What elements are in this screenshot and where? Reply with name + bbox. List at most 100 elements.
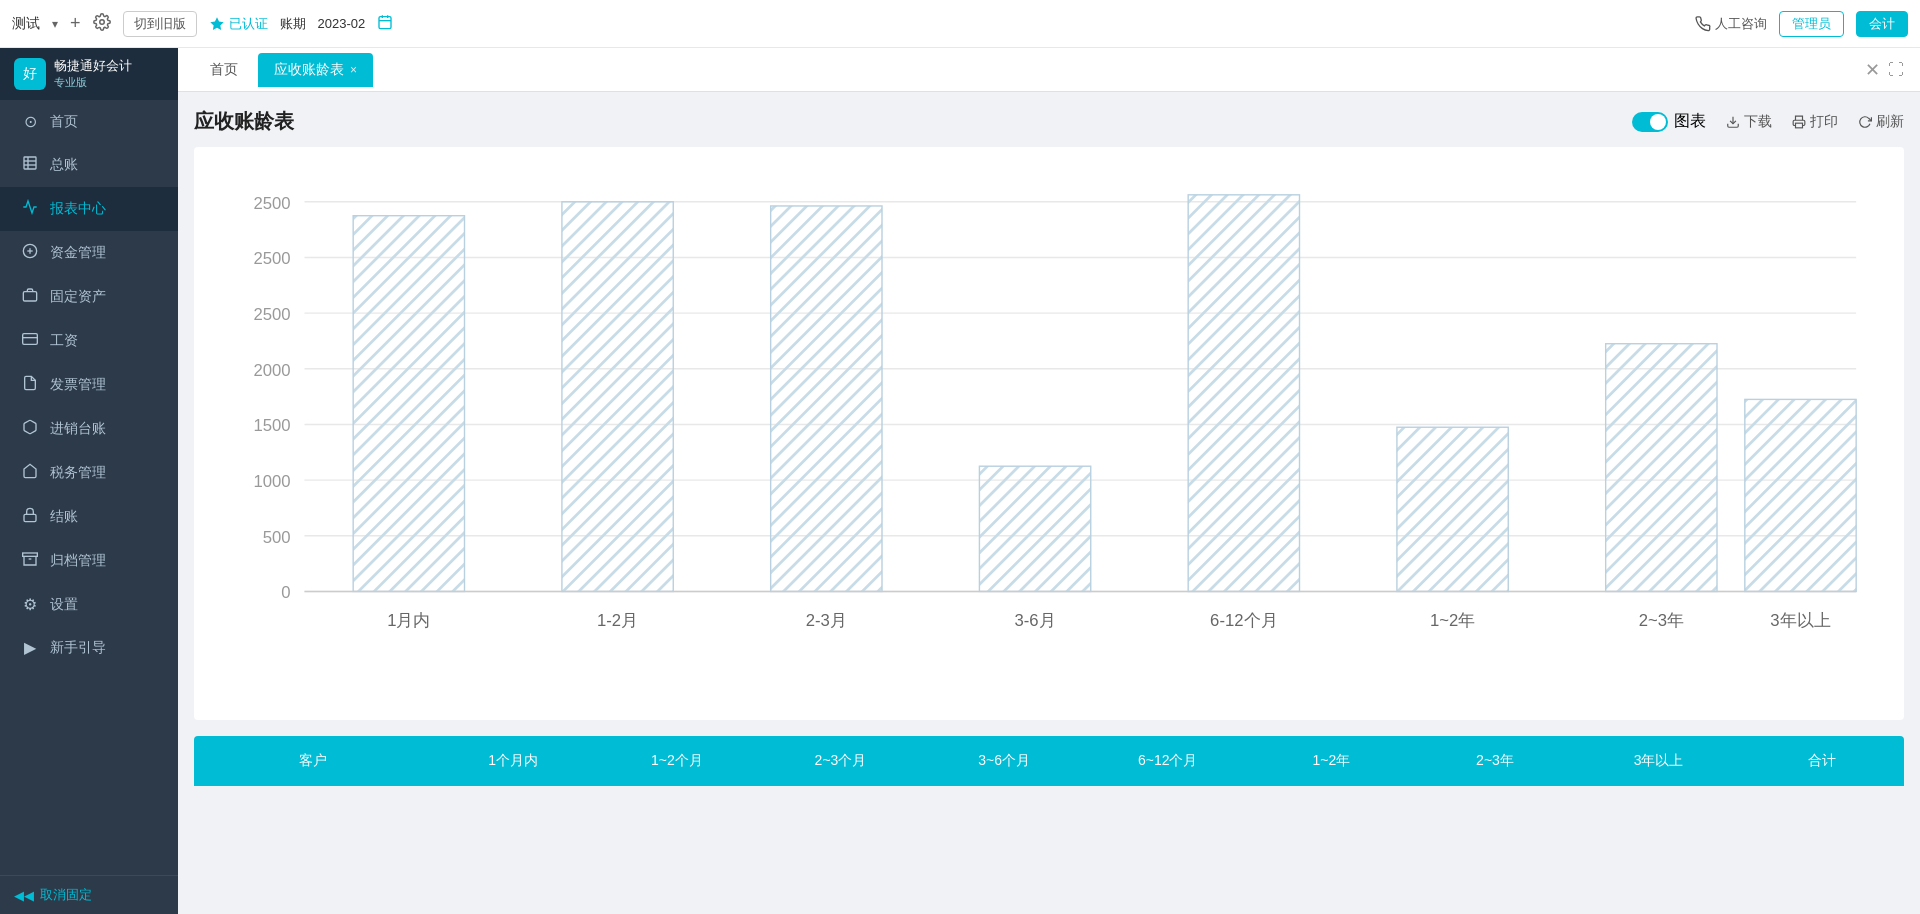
sidebar-item-newbie[interactable]: ▶ 新手引导 xyxy=(0,626,178,669)
sidebar-nav: ⊙ 首页 总账 报表中心 资金管理 xyxy=(0,100,178,845)
sidebar-item-label: 首页 xyxy=(50,113,78,131)
invoice-icon xyxy=(20,375,40,395)
download-btn[interactable]: 下载 xyxy=(1726,113,1772,131)
close-accounts-icon xyxy=(20,507,40,527)
svg-text:1~2年: 1~2年 xyxy=(1430,611,1475,630)
svg-rect-51 xyxy=(1745,399,1856,591)
sidebar-item-home[interactable]: ⊙ 首页 xyxy=(0,100,178,143)
inventory-icon xyxy=(20,419,40,439)
newbie-icon: ▶ xyxy=(20,638,40,657)
col-6-12m: 6~12个月 xyxy=(1086,736,1250,786)
unpin-btn[interactable]: ◀◀ 取消固定 xyxy=(0,875,178,914)
svg-rect-1 xyxy=(379,16,391,28)
svg-rect-16 xyxy=(23,553,38,556)
main-content: 首页 应收账龄表 × ✕ ⛶ 应收账龄表 图表 xyxy=(178,48,1920,914)
assets-icon xyxy=(20,287,40,307)
logo-sub: 专业版 xyxy=(54,75,132,90)
unpin-label: 取消固定 xyxy=(40,886,92,904)
svg-rect-41 xyxy=(771,206,882,591)
svg-rect-15 xyxy=(24,514,36,521)
sidebar-item-archive[interactable]: 归档管理 xyxy=(0,539,178,583)
svg-rect-47 xyxy=(1397,427,1508,591)
funds-icon xyxy=(20,243,40,263)
col-2-3y: 2~3年 xyxy=(1413,736,1577,786)
svg-text:1月内: 1月内 xyxy=(387,611,430,630)
sidebar-item-label: 新手引导 xyxy=(50,639,106,657)
settings-gear-icon[interactable] xyxy=(93,13,111,35)
tab-home-label: 首页 xyxy=(210,61,238,79)
svg-text:3年以上: 3年以上 xyxy=(1770,611,1830,630)
toggle-track[interactable] xyxy=(1632,112,1668,132)
svg-point-0 xyxy=(99,19,104,24)
expand-btn[interactable]: ⛶ xyxy=(1888,61,1904,79)
sidebar-item-label: 总账 xyxy=(50,156,78,174)
sidebar: 好 畅捷通好会计 专业版 ⊙ 首页 总账 报表中心 xyxy=(0,48,178,914)
report-header: 应收账龄表 图表 下载 打印 xyxy=(194,108,1904,135)
tab-home[interactable]: 首页 xyxy=(194,53,254,87)
add-company-btn[interactable]: + xyxy=(70,13,81,34)
print-btn[interactable]: 打印 xyxy=(1792,113,1838,131)
ledger-icon xyxy=(20,155,40,175)
sidebar-item-label: 工资 xyxy=(50,332,78,350)
toggle-thumb xyxy=(1650,114,1666,130)
unpin-icon: ◀◀ xyxy=(14,888,34,903)
svg-text:500: 500 xyxy=(263,528,291,547)
old-version-btn[interactable]: 切到旧版 xyxy=(123,11,197,37)
col-3-6m: 3~6个月 xyxy=(922,736,1086,786)
tab-close-btn[interactable]: × xyxy=(350,63,357,77)
home-icon: ⊙ xyxy=(20,112,40,131)
sidebar-item-close-accounts[interactable]: 结账 xyxy=(0,495,178,539)
svg-rect-5 xyxy=(24,157,36,169)
chart-area: 2500 2500 2500 2000 1500 1000 500 0 xyxy=(194,147,1904,720)
logo-text: 畅捷通好会计 xyxy=(54,58,132,75)
svg-rect-13 xyxy=(23,334,38,345)
sidebar-item-label: 发票管理 xyxy=(50,376,106,394)
sidebar-item-payroll[interactable]: 工资 xyxy=(0,319,178,363)
svg-text:0: 0 xyxy=(281,583,290,602)
sidebar-item-assets[interactable]: 固定资产 xyxy=(0,275,178,319)
svg-text:1000: 1000 xyxy=(253,472,290,491)
chart-toggle[interactable]: 图表 xyxy=(1632,111,1706,132)
payroll-icon xyxy=(20,331,40,351)
refresh-label: 刷新 xyxy=(1876,113,1904,131)
calendar-icon[interactable] xyxy=(377,14,393,34)
page-title: 应收账龄表 xyxy=(194,108,294,135)
company-dropdown[interactable]: ▾ xyxy=(52,17,58,31)
sidebar-item-label: 结账 xyxy=(50,508,78,526)
svg-text:1500: 1500 xyxy=(253,416,290,435)
customer-service-btn[interactable]: 人工咨询 xyxy=(1695,15,1767,33)
tab-aging[interactable]: 应收账龄表 × xyxy=(258,53,373,87)
svg-text:2000: 2000 xyxy=(253,361,290,380)
svg-text:2500: 2500 xyxy=(253,194,290,213)
sidebar-item-ledger[interactable]: 总账 xyxy=(0,143,178,187)
col-3y-plus: 3年以上 xyxy=(1577,736,1741,786)
close-panel-btn[interactable]: ✕ xyxy=(1865,59,1880,81)
tax-icon xyxy=(20,463,40,483)
svg-rect-37 xyxy=(353,216,464,592)
col-total: 合计 xyxy=(1740,736,1904,786)
admin-btn[interactable]: 管理员 xyxy=(1779,11,1844,37)
col-1-2m: 1~2个月 xyxy=(595,736,759,786)
topbar: 测试 ▾ + 切到旧版 已认证 账期 2023-02 人工咨询 管理员 会计 xyxy=(0,0,1920,48)
refresh-btn[interactable]: 刷新 xyxy=(1858,113,1904,131)
svg-text:3-6月: 3-6月 xyxy=(1015,611,1056,630)
sidebar-item-funds[interactable]: 资金管理 xyxy=(0,231,178,275)
period-value: 2023-02 xyxy=(318,16,366,31)
certified-label: 已认证 xyxy=(229,15,268,33)
print-label: 打印 xyxy=(1810,113,1838,131)
sidebar-item-reports[interactable]: 报表中心 xyxy=(0,187,178,231)
svg-text:6-12个月: 6-12个月 xyxy=(1210,611,1277,630)
chart-toggle-label: 图表 xyxy=(1674,111,1706,132)
accountant-btn[interactable]: 会计 xyxy=(1856,11,1908,37)
sidebar-logo: 好 畅捷通好会计 专业版 xyxy=(0,48,178,100)
table-header: 客户 1个月内 1~2个月 2~3个月 3~6个月 6~12个月 1~2年 2~… xyxy=(194,736,1904,786)
sidebar-item-label: 进销台账 xyxy=(50,420,106,438)
sidebar-item-settings[interactable]: ⚙ 设置 xyxy=(0,583,178,626)
sidebar-item-invoice[interactable]: 发票管理 xyxy=(0,363,178,407)
sidebar-item-inventory[interactable]: 进销台账 xyxy=(0,407,178,451)
svg-rect-45 xyxy=(1188,195,1299,592)
tabbar: 首页 应收账龄表 × ✕ ⛶ xyxy=(178,48,1920,92)
reports-icon xyxy=(20,199,40,219)
svg-text:1-2月: 1-2月 xyxy=(597,611,638,630)
sidebar-item-tax[interactable]: 税务管理 xyxy=(0,451,178,495)
